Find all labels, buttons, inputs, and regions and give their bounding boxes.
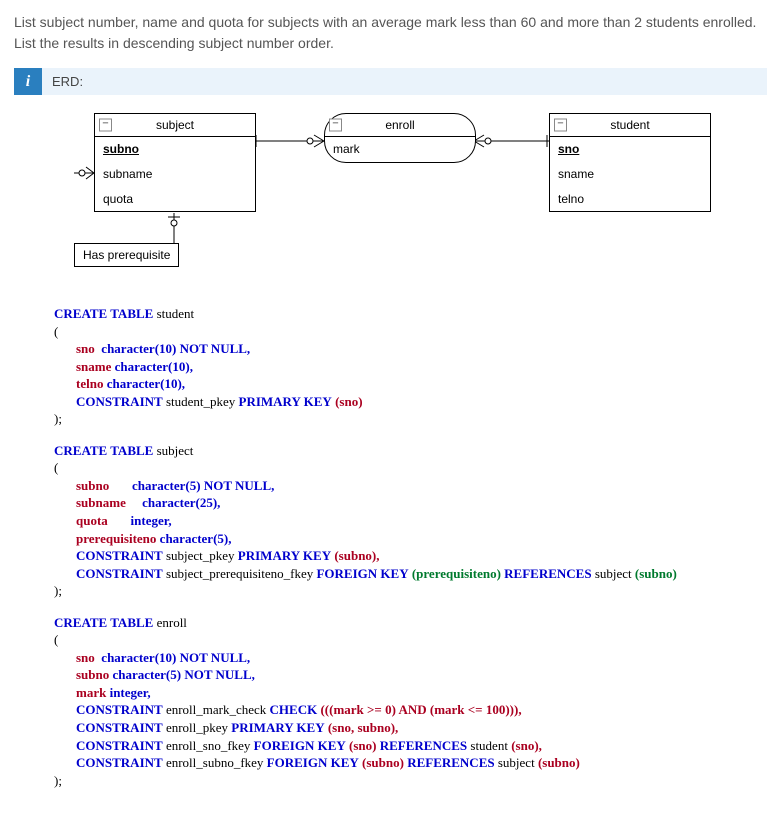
col-type: character(5), bbox=[160, 531, 232, 546]
relationship-enroll-name: enroll bbox=[385, 118, 414, 132]
collapse-icon: − bbox=[554, 119, 567, 132]
col: subno bbox=[76, 667, 109, 682]
kw-check: CHECK bbox=[270, 702, 318, 717]
col-type: character(10) NOT NULL, bbox=[101, 650, 250, 665]
relationship-enroll: − enroll mark bbox=[324, 113, 476, 163]
entity-student-name: student bbox=[610, 118, 649, 132]
col-type: character(5) NOT NULL, bbox=[132, 478, 274, 493]
con-name: subject_pkey bbox=[166, 548, 235, 563]
col-type: integer, bbox=[110, 685, 151, 700]
entity-subject-title: − subject bbox=[95, 114, 255, 137]
col: subname bbox=[76, 495, 126, 510]
con-cols: (subno), bbox=[334, 548, 379, 563]
kw-fk: FOREIGN KEY bbox=[254, 738, 346, 753]
ddl-enroll: CREATE TABLE enroll ( sno character(10) … bbox=[54, 614, 767, 789]
entity-subject-name: subject bbox=[156, 118, 194, 132]
tbl-name: student bbox=[157, 306, 195, 321]
tbl-name: subject bbox=[157, 443, 194, 458]
col: quota bbox=[76, 513, 108, 528]
kw-constraint: CONSTRAINT bbox=[76, 702, 163, 717]
ref-cols: (subno) bbox=[635, 566, 677, 581]
ref-cols: (subno) bbox=[538, 755, 580, 770]
col-type: character(5) NOT NULL, bbox=[113, 667, 255, 682]
col: telno bbox=[76, 376, 103, 391]
kw-constraint: CONSTRAINT bbox=[76, 566, 163, 581]
con-name: enroll_mark_check bbox=[166, 702, 266, 717]
entity-student-title: − student bbox=[550, 114, 710, 137]
attr-subno: subno bbox=[103, 142, 139, 156]
con-cols: (sno, subno), bbox=[328, 720, 398, 735]
con-cols: (sno) bbox=[335, 394, 362, 409]
col: sno bbox=[76, 650, 95, 665]
con-cols: (sno) bbox=[349, 738, 376, 753]
tbl-name: enroll bbox=[157, 615, 187, 630]
erd-banner-label: ERD: bbox=[42, 68, 93, 95]
ref-tbl: student bbox=[470, 738, 508, 753]
has-prerequisite-label: Has prerequisite bbox=[74, 243, 179, 267]
collapse-icon: − bbox=[329, 119, 342, 132]
col: mark bbox=[76, 685, 106, 700]
con-cols: (subno) bbox=[362, 755, 404, 770]
col-type: character(10), bbox=[115, 359, 193, 374]
kw-ref: REFERENCES bbox=[407, 755, 494, 770]
attr-subname: subname bbox=[95, 162, 255, 187]
kw-constraint: CONSTRAINT bbox=[76, 548, 163, 563]
info-icon: i bbox=[14, 68, 42, 95]
con-name: subject_prerequisiteno_fkey bbox=[166, 566, 313, 581]
kw-constraint: CONSTRAINT bbox=[76, 755, 163, 770]
kw-ref: REFERENCES bbox=[504, 566, 591, 581]
col: prerequisiteno bbox=[76, 531, 156, 546]
kw-ref: REFERENCES bbox=[380, 738, 467, 753]
entity-subject: − subject subno subname quota bbox=[94, 113, 256, 212]
con-name: enroll_pkey bbox=[166, 720, 228, 735]
ref-cols: (sno), bbox=[511, 738, 542, 753]
attr-mark: mark bbox=[325, 137, 475, 162]
ddl-section: CREATE TABLE student ( sno character(10)… bbox=[54, 305, 767, 789]
kw-create: CREATE TABLE bbox=[54, 306, 153, 321]
kw-fk: FOREIGN KEY bbox=[316, 566, 408, 581]
attr-sno: sno bbox=[558, 142, 579, 156]
con-name: enroll_sno_fkey bbox=[166, 738, 250, 753]
col: sno bbox=[76, 341, 95, 356]
col-type: integer, bbox=[131, 513, 172, 528]
question-text: List subject number, name and quota for … bbox=[14, 12, 767, 54]
ddl-student: CREATE TABLE student ( sno character(10)… bbox=[54, 305, 767, 428]
col: sname bbox=[76, 359, 111, 374]
attr-telno: telno bbox=[550, 187, 710, 212]
kw-constraint: CONSTRAINT bbox=[76, 738, 163, 753]
attr-quota: quota bbox=[95, 187, 255, 212]
ref-tbl: subject bbox=[595, 566, 632, 581]
kw-pk: PRIMARY KEY bbox=[231, 720, 324, 735]
col: subno bbox=[76, 478, 109, 493]
kw-fk: FOREIGN KEY bbox=[267, 755, 359, 770]
con-cols: (prerequisiteno) bbox=[412, 566, 501, 581]
col-type: character(10) NOT NULL, bbox=[101, 341, 250, 356]
kw-pk: PRIMARY KEY bbox=[239, 394, 332, 409]
kw-constraint: CONSTRAINT bbox=[76, 394, 163, 409]
erd-banner: i ERD: bbox=[14, 68, 767, 95]
col-type: character(25), bbox=[142, 495, 220, 510]
ddl-subject: CREATE TABLE subject ( subno character(5… bbox=[54, 442, 767, 600]
ref-tbl: subject bbox=[498, 755, 535, 770]
col-type: character(10), bbox=[107, 376, 185, 391]
erd-diagram: − subject subno subname quota − enroll m… bbox=[74, 113, 767, 283]
attr-sname: sname bbox=[550, 162, 710, 187]
kw-constraint: CONSTRAINT bbox=[76, 720, 163, 735]
con-name: student_pkey bbox=[166, 394, 235, 409]
kw-create: CREATE TABLE bbox=[54, 443, 153, 458]
kw-pk: PRIMARY KEY bbox=[238, 548, 331, 563]
con-name: enroll_subno_fkey bbox=[166, 755, 263, 770]
relationship-enroll-title: − enroll bbox=[325, 114, 475, 137]
kw-create: CREATE TABLE bbox=[54, 615, 153, 630]
con-expr: (((mark >= 0) AND (mark <= 100))), bbox=[320, 702, 521, 717]
collapse-icon: − bbox=[99, 119, 112, 132]
entity-student: − student sno sname telno bbox=[549, 113, 711, 212]
